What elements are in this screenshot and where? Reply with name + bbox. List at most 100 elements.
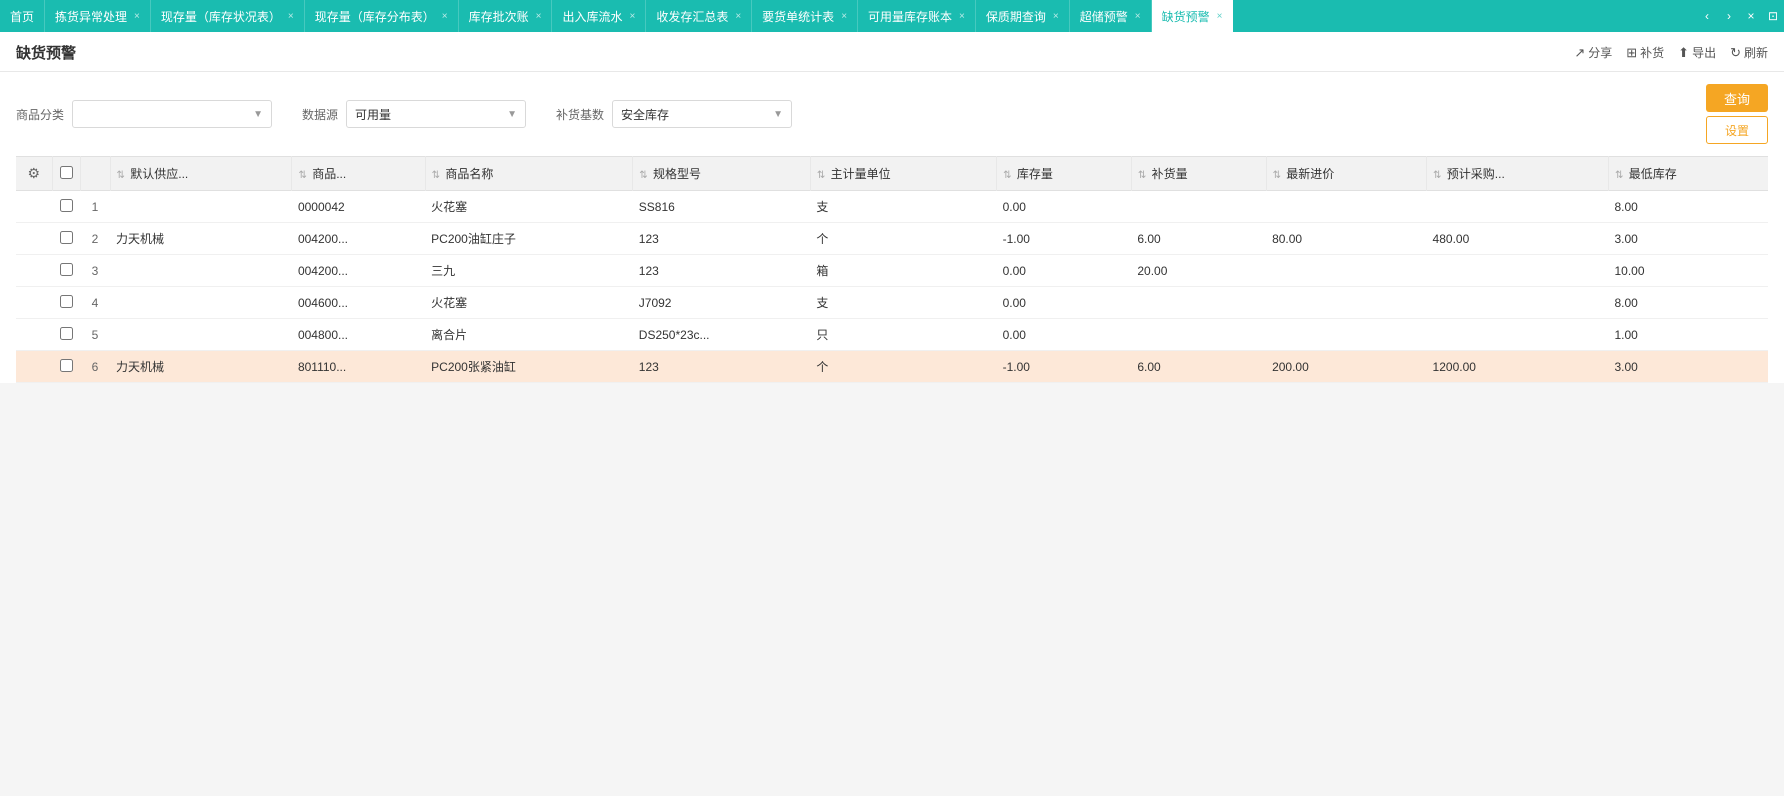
export-button[interactable]: ⬆ 导出 (1678, 44, 1716, 61)
tab-close-all-btn[interactable]: × (1740, 9, 1762, 23)
tab-close-icon[interactable]: × (1217, 11, 1223, 22)
tab-prev-btn[interactable]: ‹ (1696, 9, 1718, 23)
row-min-stock: 1.00 (1609, 319, 1769, 351)
row-replenish-qty (1131, 319, 1266, 351)
row-spec: J7092 (633, 287, 811, 319)
row-checkbox[interactable] (60, 359, 73, 372)
tab-inout-flow[interactable]: 出入库流水 × (552, 0, 646, 32)
tab-stock-dist[interactable]: 现存量（库存分布表） × (305, 0, 459, 32)
tab-close-icon[interactable]: × (536, 11, 542, 22)
row-checkbox-cell[interactable] (52, 255, 80, 287)
tab-close-icon[interactable]: × (1053, 11, 1059, 22)
tab-expand-btn[interactable]: ⊡ (1762, 9, 1784, 23)
row-product-code: 004800... (292, 319, 425, 351)
row-default-supplier (110, 319, 292, 351)
datasource-select[interactable]: 可用量 ▼ (346, 100, 526, 128)
th-checkbox[interactable] (52, 157, 80, 191)
row-min-stock: 8.00 (1609, 191, 1769, 223)
th-unit[interactable]: ⇅ 主计量单位 (810, 157, 996, 191)
share-button[interactable]: ↗ 分享 (1574, 44, 1612, 61)
row-num: 4 (80, 287, 110, 319)
tab-close-icon[interactable]: × (134, 11, 140, 22)
row-checkbox-cell[interactable] (52, 191, 80, 223)
row-checkbox[interactable] (60, 231, 73, 244)
tab-close-icon[interactable]: × (629, 11, 635, 22)
tab-available-ledger[interactable]: 可用量库存账本 × (858, 0, 976, 32)
th-product-code[interactable]: ⇅ 商品... (292, 157, 425, 191)
row-checkbox-cell[interactable] (52, 351, 80, 383)
tab-close-icon[interactable]: × (735, 11, 741, 22)
row-unit: 个 (810, 223, 996, 255)
tab-close-icon[interactable]: × (442, 11, 448, 22)
th-latest-price[interactable]: ⇅ 最新进价 (1266, 157, 1426, 191)
row-min-stock: 3.00 (1609, 351, 1769, 383)
th-default-supplier[interactable]: ⇅ 默认供应... (110, 157, 292, 191)
tab-stock-status[interactable]: 现存量（库存状况表） × (151, 0, 305, 32)
row-unit: 个 (810, 351, 996, 383)
category-label: 商品分类 (16, 106, 64, 123)
th-stock[interactable]: ⇅ 库存量 (997, 157, 1132, 191)
tab-close-icon[interactable]: × (288, 11, 294, 22)
tab-order-stats[interactable]: 要货单统计表 × (752, 0, 858, 32)
query-button[interactable]: 查询 (1706, 84, 1768, 112)
gear-icon[interactable]: ⚙ (27, 165, 40, 181)
tab-expiry-query[interactable]: 保质期查询 × (976, 0, 1070, 32)
row-product-code: 004200... (292, 223, 425, 255)
sort-icon: ⇅ (1138, 170, 1146, 181)
tab-bar: 首页 拣货异常处理 × 现存量（库存状况表） × 现存量（库存分布表） × 库存… (0, 0, 1784, 32)
table-row: 4 004600... 火花塞 J7092 支 0.00 8.00 (16, 287, 1768, 319)
row-checkbox[interactable] (60, 295, 73, 308)
sort-icon: ⇅ (817, 170, 825, 181)
sort-icon: ⇅ (1003, 170, 1011, 181)
replenish-select[interactable]: 安全库存 ▼ (612, 100, 792, 128)
row-settings-cell (16, 255, 52, 287)
row-checkbox[interactable] (60, 263, 73, 276)
row-latest-price (1266, 287, 1426, 319)
refresh-button[interactable]: ↻ 刷新 (1730, 44, 1768, 61)
tab-shortage-warning[interactable]: 缺货预警 × (1152, 0, 1234, 32)
tab-close-icon[interactable]: × (1135, 11, 1141, 22)
row-product-name: 离合片 (425, 319, 633, 351)
row-checkbox[interactable] (60, 199, 73, 212)
row-product-code: 004600... (292, 287, 425, 319)
tab-close-icon[interactable]: × (959, 11, 965, 22)
row-unit: 只 (810, 319, 996, 351)
th-min-stock[interactable]: ⇅ 最低库存 (1609, 157, 1769, 191)
replenish-button[interactable]: ⊞ 补货 (1626, 44, 1664, 61)
tab-close-icon[interactable]: × (841, 11, 847, 22)
row-product-name: 三九 (425, 255, 633, 287)
row-product-code: 801110... (292, 351, 425, 383)
row-latest-price: 80.00 (1266, 223, 1426, 255)
row-checkbox-cell[interactable] (52, 319, 80, 351)
row-product-name: 火花塞 (425, 287, 633, 319)
datasource-label: 数据源 (302, 106, 338, 123)
row-checkbox-cell[interactable] (52, 223, 80, 255)
select-all-checkbox[interactable] (60, 166, 73, 179)
data-table-wrap: ⚙ ⇅ 默认供应... ⇅ 商品... ⇅ (0, 156, 1784, 383)
tab-receive-summary[interactable]: 收发存汇总表 × (646, 0, 752, 32)
th-spec[interactable]: ⇅ 规格型号 (633, 157, 811, 191)
row-num: 1 (80, 191, 110, 223)
row-replenish-qty (1131, 191, 1266, 223)
row-checkbox-cell[interactable] (52, 287, 80, 319)
row-spec: DS250*23c... (633, 319, 811, 351)
row-spec: 123 (633, 223, 811, 255)
th-estimated-purchase[interactable]: ⇅ 预计采购... (1427, 157, 1609, 191)
row-latest-price (1266, 255, 1426, 287)
th-settings[interactable]: ⚙ (16, 157, 52, 191)
row-stock: 0.00 (997, 255, 1132, 287)
datasource-filter-group: 数据源 可用量 ▼ (302, 100, 526, 128)
tab-home[interactable]: 首页 (0, 0, 45, 32)
table-row: 6 力天机械 801110... PC200张紧油缸 123 个 -1.00 6… (16, 351, 1768, 383)
tab-batch-account[interactable]: 库存批次账 × (459, 0, 553, 32)
tab-overstock-warning[interactable]: 超储预警 × (1070, 0, 1152, 32)
settings-button[interactable]: 设置 (1706, 116, 1768, 144)
row-checkbox[interactable] (60, 327, 73, 340)
th-product-name[interactable]: ⇅ 商品名称 (425, 157, 633, 191)
tab-pick-exception[interactable]: 拣货异常处理 × (45, 0, 151, 32)
th-replenish-qty[interactable]: ⇅ 补货量 (1131, 157, 1266, 191)
tab-next-btn[interactable]: › (1718, 9, 1740, 23)
category-select[interactable]: ▼ (72, 100, 272, 128)
row-replenish-qty (1131, 287, 1266, 319)
table-row: 2 力天机械 004200... PC200油缸庄子 123 个 -1.00 6… (16, 223, 1768, 255)
